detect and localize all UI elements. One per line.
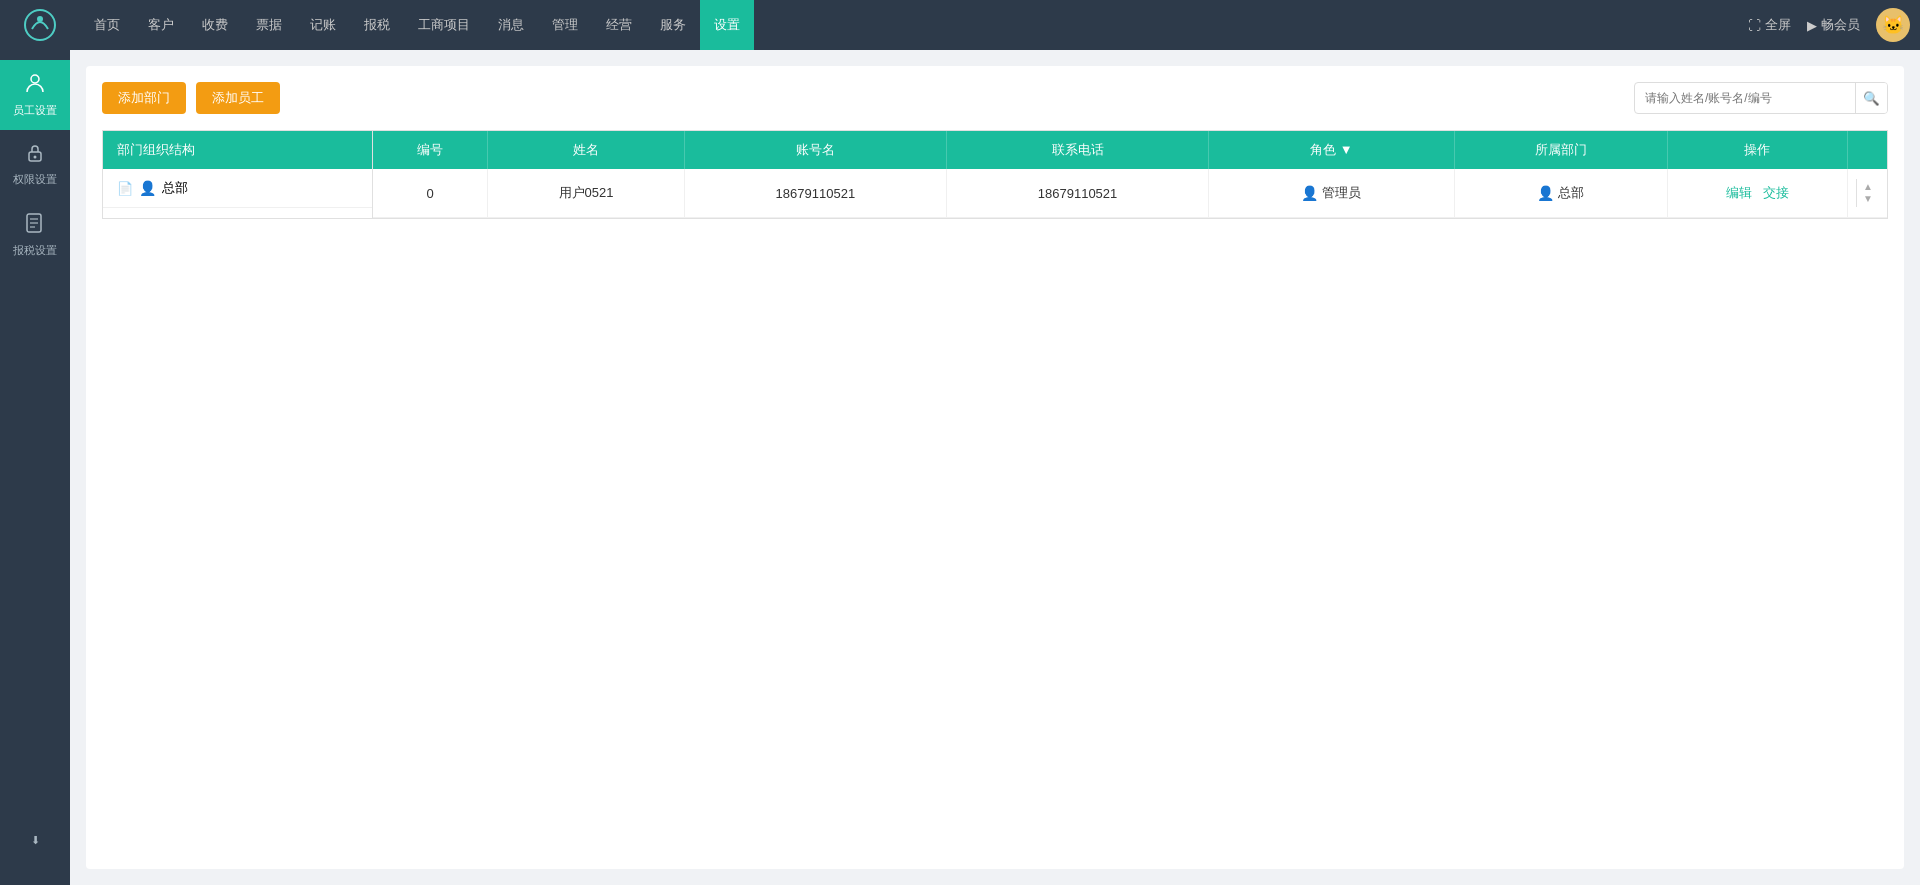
sidebar: 员工设置 权限设置 报税设置 [0,50,70,885]
dept-tree-header: 部门组织结构 [103,131,372,169]
dept-tree-item-general[interactable]: 📄 👤 总部 [103,169,372,208]
col-header-role[interactable]: 角色 ▼ [1209,131,1455,169]
nav-items: 首页 客户 收费 票据 记账 报税 工商项目 消息 管理 经营 服务 设置 [80,0,1748,50]
nav-item-tax[interactable]: 报税 [350,0,404,50]
add-emp-button[interactable]: 添加员工 [196,82,280,114]
vip-button[interactable]: ▶ 畅会员 [1807,16,1860,34]
cell-phone: 18679110521 [946,169,1208,218]
toolbar: 添加部门 添加员工 🔍 [102,82,1888,114]
lock-icon [25,143,45,168]
sidebar-item-tax-report[interactable]: 报税设置 [0,200,70,270]
table-row: 0 用户0521 18679110521 18679110521 👤 管理员 [373,169,1887,218]
sidebar-item-tax-report-label: 报税设置 [13,243,57,258]
svg-point-4 [34,156,37,159]
sidebar-item-permission[interactable]: 权限设置 [0,130,70,200]
nav-item-invoice[interactable]: 票据 [242,0,296,50]
edit-button[interactable]: 编辑 [1726,185,1752,200]
transfer-button[interactable]: 交接 [1763,185,1789,200]
search-bar: 🔍 [1634,82,1888,114]
nav-item-billing[interactable]: 收费 [188,0,242,50]
nav-item-business[interactable]: 工商项目 [404,0,484,50]
cell-dept: 👤 总部 [1454,169,1667,218]
fullscreen-button[interactable]: ⛶ 全屏 [1748,16,1791,34]
nav-item-settings[interactable]: 设置 [700,0,754,50]
svg-point-0 [25,10,55,40]
col-header-scroll [1848,131,1887,169]
app-body: 员工设置 权限设置 报税设置 [0,50,1920,885]
svg-point-1 [37,16,43,22]
search-icon: 🔍 [1863,91,1880,106]
filter-icon: ▼ [1340,142,1353,157]
tax-report-icon [25,212,45,239]
table-layout: 部门组织结构 📄 👤 总部 编号 姓名 账号名 [102,130,1888,219]
scroll-down-icon[interactable]: ▼ [1863,193,1873,205]
col-header-dept: 所属部门 [1454,131,1667,169]
employee-table: 编号 姓名 账号名 联系电话 角色 ▼ 所属部门 操作 [373,131,1887,218]
top-nav: 首页 客户 收费 票据 记账 报税 工商项目 消息 管理 经营 服务 设置 ⛶ … [0,0,1920,50]
nav-item-service[interactable]: 服务 [646,0,700,50]
col-header-name: 姓名 [488,131,685,169]
fullscreen-label: 全屏 [1765,16,1791,34]
fullscreen-icon: ⛶ [1748,18,1761,33]
dept-item-label: 总部 [162,179,188,197]
nav-item-message[interactable]: 消息 [484,0,538,50]
table-header-row: 编号 姓名 账号名 联系电话 角色 ▼ 所属部门 操作 [373,131,1887,169]
sidebar-bottom: ⬇ [0,805,70,875]
svg-point-2 [31,75,39,83]
sidebar-item-employee-label: 员工设置 [13,103,57,118]
cell-action: 编辑 交接 [1667,169,1847,218]
nav-item-operation[interactable]: 经营 [592,0,646,50]
vip-label: 畅会员 [1821,16,1860,34]
dept-user-icon: 👤 [139,180,156,196]
download-icon: ⬇ [31,834,40,847]
sidebar-item-permission-label: 权限设置 [13,172,57,187]
nav-item-account[interactable]: 记账 [296,0,350,50]
cell-id: 0 [373,169,488,218]
content-panel: 添加部门 添加员工 🔍 部门组织结构 📄 👤 总部 [86,66,1904,869]
nav-item-home[interactable]: 首页 [80,0,134,50]
scroll-up-icon[interactable]: ▲ [1863,181,1873,193]
employee-icon [24,72,46,99]
sidebar-download-button[interactable]: ⬇ [0,805,70,875]
cell-name: 用户0521 [488,169,685,218]
role-user-icon: 👤 [1301,185,1318,201]
nav-item-manage[interactable]: 管理 [538,0,592,50]
dept-label: 总部 [1558,184,1584,202]
col-header-account: 账号名 [684,131,946,169]
app-logo [10,9,70,41]
role-label: 管理员 [1322,184,1361,202]
file-icon: 📄 [117,181,133,196]
col-header-phone: 联系电话 [946,131,1208,169]
emp-table-wrap: 编号 姓名 账号名 联系电话 角色 ▼ 所属部门 操作 [372,130,1888,219]
col-header-action: 操作 [1667,131,1847,169]
sidebar-item-employee[interactable]: 员工设置 [0,60,70,130]
search-button[interactable]: 🔍 [1855,82,1887,114]
dept-user-icon: 👤 [1537,185,1554,201]
search-input[interactable] [1635,91,1855,105]
avatar[interactable]: 🐱 [1876,8,1910,42]
nav-item-customer[interactable]: 客户 [134,0,188,50]
col-header-id: 编号 [373,131,488,169]
nav-right: ⛶ 全屏 ▶ 畅会员 🐱 [1748,8,1910,42]
main-content: 添加部门 添加员工 🔍 部门组织结构 📄 👤 总部 [70,50,1920,885]
cell-scroll: ▲ ▼ [1848,169,1887,218]
dept-tree: 部门组织结构 📄 👤 总部 [102,130,372,219]
vip-icon: ▶ [1807,18,1817,33]
cell-role: 👤 管理员 [1209,169,1455,218]
add-dept-button[interactable]: 添加部门 [102,82,186,114]
cell-account: 18679110521 [684,169,946,218]
